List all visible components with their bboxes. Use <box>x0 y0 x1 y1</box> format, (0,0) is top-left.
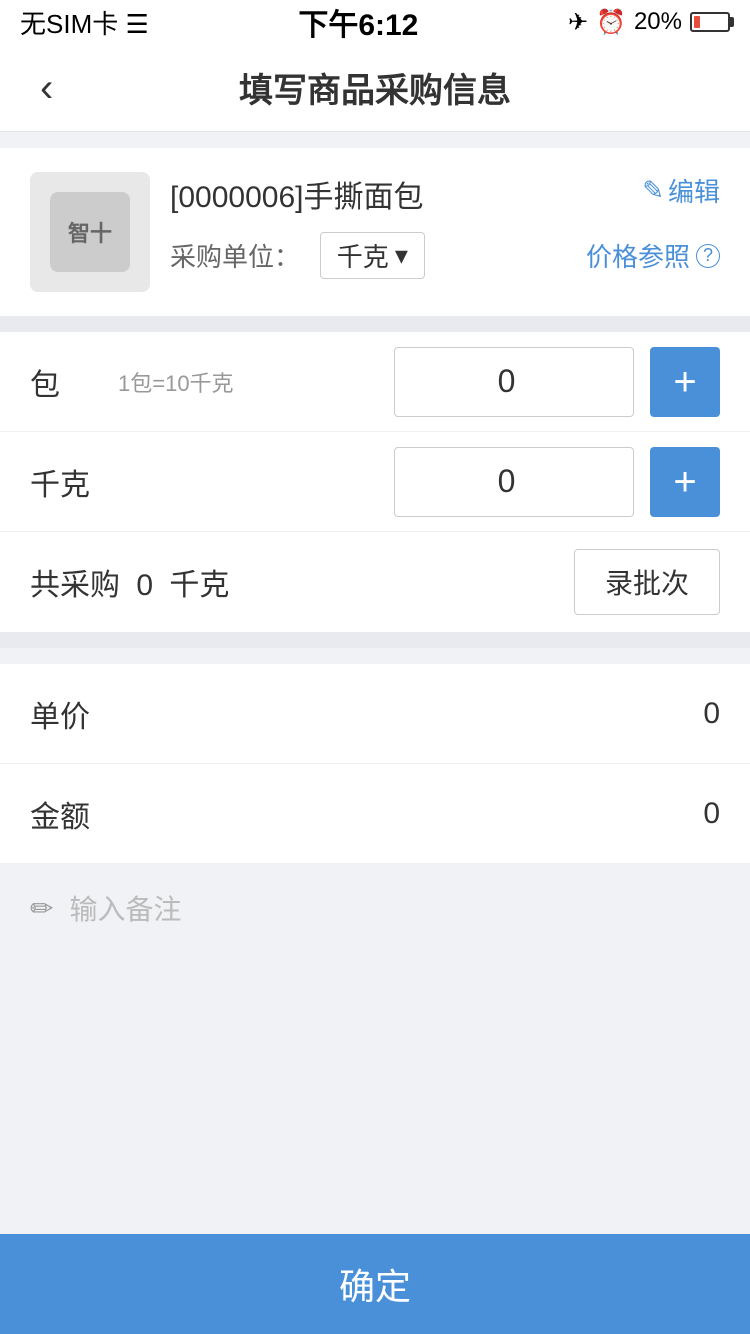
bao-plus-button[interactable]: + <box>650 347 720 417</box>
amount-row: 金额 0 <box>0 764 750 864</box>
bao-input-row: 包 1包=10千克 + <box>0 332 750 432</box>
status-right: ✈ ⏰ 20% <box>568 8 730 37</box>
pencil-icon: ✏ <box>30 892 53 925</box>
confirm-button[interactable]: 确定 <box>0 1234 750 1334</box>
total-text: 共采购 0 千克 <box>30 560 229 604</box>
kg-input-row: 千克 + <box>0 432 750 532</box>
edit-button[interactable]: ✎ 编辑 <box>642 172 720 209</box>
product-name-row: [0000006]手撕面包 ✎ 编辑 <box>170 172 720 216</box>
total-row: 共采购 0 千克 录批次 <box>0 532 750 632</box>
bao-sublabel: 1包=10千克 <box>118 366 234 398</box>
unit-price-label: 单价 <box>30 692 90 736</box>
status-time: 下午6:12 <box>298 0 418 44</box>
battery-percent: 20% <box>634 8 682 36</box>
divider-2 <box>0 632 750 648</box>
page-title: 填写商品采购信息 <box>239 63 511 112</box>
price-ref-button[interactable]: 价格参照 ? <box>586 237 720 274</box>
amount-label: 金额 <box>30 792 90 836</box>
bao-field-wrap: + <box>234 347 720 417</box>
amount-value: 0 <box>703 797 720 831</box>
edit-icon: ✎ <box>642 175 664 206</box>
divider-1 <box>0 316 750 332</box>
kg-plus-button[interactable]: + <box>650 447 720 517</box>
product-unit-row: 采购单位： 千克 ▾ 价格参照 ? <box>170 232 720 279</box>
bao-input[interactable] <box>394 347 634 417</box>
kg-field-wrap: + <box>110 447 720 517</box>
chevron-down-icon: ▾ <box>395 240 408 271</box>
unit-label: 采购单位： <box>170 242 300 272</box>
product-image: 智十 <box>30 172 150 292</box>
kg-label: 千克 <box>30 460 110 504</box>
back-button[interactable]: ‹ <box>30 58 63 118</box>
unit-price-value: 0 <box>703 697 720 731</box>
product-info: [0000006]手撕面包 ✎ 编辑 采购单位： 千克 ▾ 价格参照 ? <box>170 172 720 279</box>
unit-select[interactable]: 千克 ▾ <box>320 232 425 279</box>
bao-label: 包 <box>30 360 110 404</box>
alarm-icon: ⏰ <box>596 8 626 37</box>
battery-icon <box>690 12 730 32</box>
price-info-section: 单价 0 金额 0 <box>0 664 750 864</box>
note-placeholder: 输入备注 <box>69 888 181 928</box>
carrier-text: 无SIM卡 ☰ <box>20 4 149 41</box>
product-logo: 智十 <box>50 192 130 272</box>
unit-price-row: 单价 0 <box>0 664 750 764</box>
product-name: [0000006]手撕面包 <box>170 172 423 216</box>
kg-input[interactable] <box>394 447 634 517</box>
status-left: 无SIM卡 ☰ <box>20 4 149 41</box>
info-icon: ? <box>696 244 720 268</box>
note-section: ✏ 输入备注 <box>0 864 750 1104</box>
location-icon: ✈ <box>568 8 588 37</box>
input-section: 包 1包=10千克 + 千克 + 共采购 0 千克 录批次 <box>0 332 750 632</box>
product-card: 智十 [0000006]手撕面包 ✎ 编辑 采购单位： 千克 ▾ <box>0 148 750 316</box>
total-value: 0 <box>136 569 153 602</box>
nav-bar: ‹ 填写商品采购信息 <box>0 44 750 132</box>
note-input-row[interactable]: ✏ 输入备注 <box>30 888 720 928</box>
batch-button[interactable]: 录批次 <box>574 549 720 615</box>
unit-selector: 采购单位： 千克 ▾ <box>170 232 425 279</box>
status-bar: 无SIM卡 ☰ 下午6:12 ✈ ⏰ 20% <box>0 0 750 44</box>
